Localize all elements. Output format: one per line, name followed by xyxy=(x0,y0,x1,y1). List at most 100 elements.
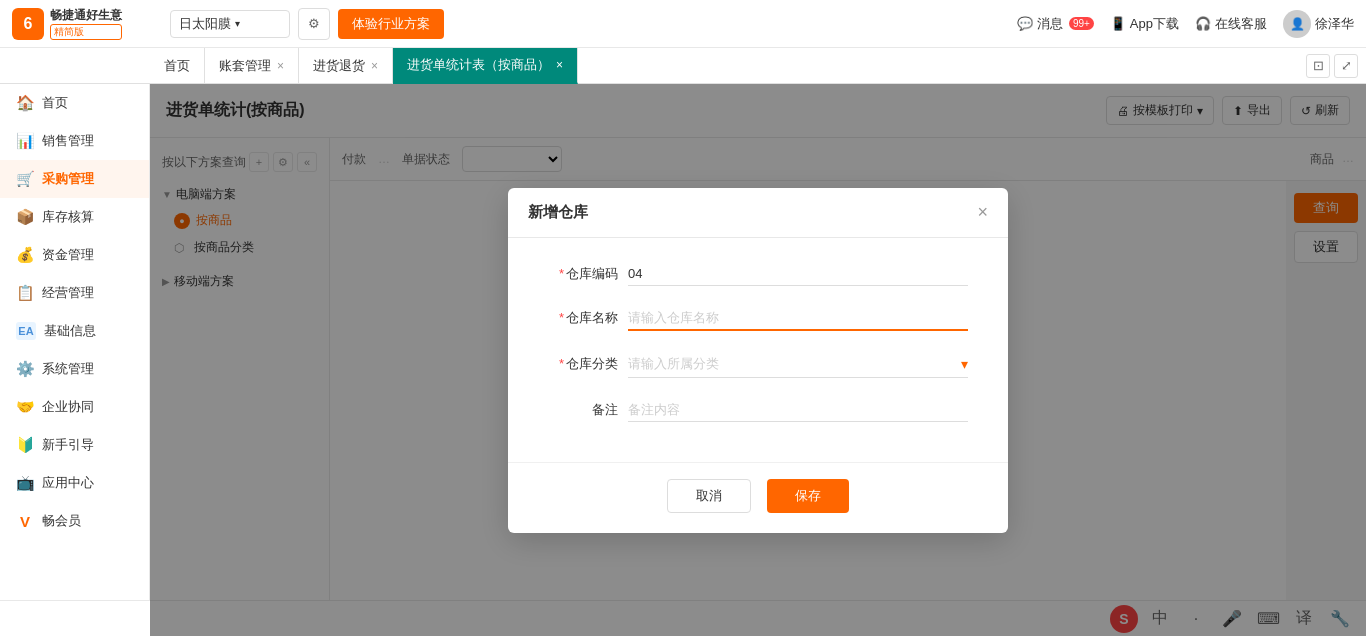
settings-icon[interactable]: ⚙ xyxy=(298,8,330,40)
sidebar-item-sales-label: 销售管理 xyxy=(42,132,94,150)
enterprise-icon: 🤝 xyxy=(16,398,34,416)
form-row-note: 备注 xyxy=(548,398,968,422)
app-download-label: App下载 xyxy=(1130,15,1179,33)
home-icon: 🏠 xyxy=(16,94,34,112)
message-btn[interactable]: 💬 消息 99+ xyxy=(1017,15,1094,33)
message-badge: 99+ xyxy=(1069,17,1094,30)
warehouse-category-select[interactable]: 请输入所属分类 ▾ xyxy=(628,351,968,378)
tab-purchase-return-label: 进货退货 xyxy=(313,57,365,75)
modal-title: 新增仓库 xyxy=(528,203,588,222)
logo-title: 畅捷通好生意 xyxy=(50,7,122,24)
main-layout: 🏠 首页 📊 销售管理 🛒 采购管理 📦 库存核算 💰 资金管理 📋 经营管理 … xyxy=(0,84,1366,636)
sidebar-item-finance-label: 资金管理 xyxy=(42,246,94,264)
modal-header: 新增仓库 × xyxy=(508,188,1008,238)
sidebar-item-guide[interactable]: 🔰 新手引导 xyxy=(0,426,149,464)
sidebar-item-member[interactable]: V 畅会员 xyxy=(0,502,149,540)
online-service-label: 在线客服 xyxy=(1215,15,1267,33)
modal-overlay: 新增仓库 × *仓库编码 *仓库名称 xyxy=(150,84,1366,636)
top-header: 6 畅捷通好生意 精简版 日太阳膜 ▾ ⚙ 体验行业方案 💬 消息 99+ 📱 … xyxy=(0,0,1366,48)
username: 徐泽华 xyxy=(1315,15,1354,33)
sidebar-item-inventory-label: 库存核算 xyxy=(42,208,94,226)
logo-text-block: 畅捷通好生意 精简版 xyxy=(50,7,122,40)
tab-bar: 首页 账套管理 × 进货退货 × 进货单统计表（按商品） × ⊡ ⤢ xyxy=(0,48,1366,84)
header-right: 💬 消息 99+ 📱 App下载 🎧 在线客服 👤 徐泽华 xyxy=(1017,10,1354,38)
sidebar-item-system-label: 系统管理 xyxy=(42,360,94,378)
tab-account-close-icon[interactable]: × xyxy=(277,59,284,73)
form-row-name: *仓库名称 xyxy=(548,306,968,331)
tab-purchase-stats[interactable]: 进货单统计表（按商品） × xyxy=(393,48,578,84)
management-icon: 📋 xyxy=(16,284,34,302)
required-star-category: * xyxy=(559,356,564,371)
app-download-btn[interactable]: 📱 App下载 xyxy=(1110,15,1179,33)
sidebar-item-sales[interactable]: 📊 销售管理 xyxy=(0,122,149,160)
message-icon: 💬 xyxy=(1017,16,1033,31)
category-placeholder: 请输入所属分类 xyxy=(628,355,719,373)
sidebar-item-home-label: 首页 xyxy=(42,94,68,112)
system-icon: ⚙️ xyxy=(16,360,34,378)
modal-body: *仓库编码 *仓库名称 *仓库分类 xyxy=(508,238,1008,462)
warehouse-code-input[interactable] xyxy=(628,262,968,286)
store-name: 日太阳膜 xyxy=(179,15,231,33)
note-label: 备注 xyxy=(548,401,628,419)
sidebar-item-purchase[interactable]: 🛒 采购管理 xyxy=(0,160,149,198)
tab-account[interactable]: 账套管理 × xyxy=(205,48,299,84)
tab-bar-actions: ⊡ ⤢ xyxy=(1306,54,1366,78)
user-menu[interactable]: 👤 徐泽华 xyxy=(1283,10,1354,38)
sidebar-item-home[interactable]: 🏠 首页 xyxy=(0,84,149,122)
finance-icon: 💰 xyxy=(16,246,34,264)
tab-purchase-return-close-icon[interactable]: × xyxy=(371,59,378,73)
sidebar-item-basic-info[interactable]: EA 基础信息 xyxy=(0,312,149,350)
logo-icon: 6 xyxy=(12,8,44,40)
trial-button[interactable]: 体验行业方案 xyxy=(338,9,444,39)
required-star-name: * xyxy=(559,310,564,325)
sidebar-item-enterprise-label: 企业协同 xyxy=(42,398,94,416)
category-arrow-icon: ▾ xyxy=(961,356,968,372)
sidebar-item-enterprise[interactable]: 🤝 企业协同 xyxy=(0,388,149,426)
code-label: *仓库编码 xyxy=(548,265,628,283)
modal-footer: 取消 保存 xyxy=(508,462,1008,533)
sales-icon: 📊 xyxy=(16,132,34,150)
inventory-icon: 📦 xyxy=(16,208,34,226)
sidebar-item-management-label: 经营管理 xyxy=(42,284,94,302)
member-icon: V xyxy=(16,512,34,530)
store-selector[interactable]: 日太阳膜 ▾ xyxy=(170,10,290,38)
form-row-code: *仓库编码 xyxy=(548,262,968,286)
tab-restore-icon[interactable]: ⊡ xyxy=(1306,54,1330,78)
tab-purchase-return[interactable]: 进货退货 × xyxy=(299,48,393,84)
modal-new-warehouse: 新增仓库 × *仓库编码 *仓库名称 xyxy=(508,188,1008,533)
apps-icon: 📺 xyxy=(16,474,34,492)
tab-purchase-stats-close-icon[interactable]: × xyxy=(556,58,563,72)
tab-expand-icon[interactable]: ⤢ xyxy=(1334,54,1358,78)
cancel-button[interactable]: 取消 xyxy=(667,479,751,513)
content-area: 进货单统计(按商品) 🖨 按模板打印 ▾ ⬆ 导出 ↺ 刷新 xyxy=(150,84,1366,636)
sidebar-item-inventory[interactable]: 📦 库存核算 xyxy=(0,198,149,236)
required-star-code: * xyxy=(559,266,564,281)
sidebar-item-finance[interactable]: 💰 资金管理 xyxy=(0,236,149,274)
sidebar: 🏠 首页 📊 销售管理 🛒 采购管理 📦 库存核算 💰 资金管理 📋 经营管理 … xyxy=(0,84,150,636)
sidebar-item-apps-label: 应用中心 xyxy=(42,474,94,492)
logo-area: 6 畅捷通好生意 精简版 xyxy=(12,7,162,40)
app-icon: 📱 xyxy=(1110,16,1126,31)
sidebar-item-basic-info-label: 基础信息 xyxy=(44,322,96,340)
purchase-icon: 🛒 xyxy=(16,170,34,188)
sidebar-item-member-label: 畅会员 xyxy=(42,512,81,530)
warehouse-name-input[interactable] xyxy=(628,306,968,331)
form-row-category: *仓库分类 请输入所属分类 ▾ xyxy=(548,351,968,378)
modal-close-icon[interactable]: × xyxy=(977,202,988,223)
sidebar-item-system[interactable]: ⚙️ 系统管理 xyxy=(0,350,149,388)
tab-home-label: 首页 xyxy=(164,57,190,75)
chevron-down-icon: ▾ xyxy=(235,18,240,29)
logo-badge: 精简版 xyxy=(50,24,122,40)
sidebar-item-guide-label: 新手引导 xyxy=(42,436,94,454)
save-button[interactable]: 保存 xyxy=(767,479,849,513)
basic-info-icon: EA xyxy=(16,322,36,340)
name-label: *仓库名称 xyxy=(548,309,628,327)
sidebar-item-management[interactable]: 📋 经营管理 xyxy=(0,274,149,312)
online-service-btn[interactable]: 🎧 在线客服 xyxy=(1195,15,1267,33)
tab-home[interactable]: 首页 xyxy=(150,48,205,84)
tab-purchase-stats-label: 进货单统计表（按商品） xyxy=(407,56,550,74)
sidebar-item-apps[interactable]: 📺 应用中心 xyxy=(0,464,149,502)
category-label: *仓库分类 xyxy=(548,355,628,373)
note-input[interactable] xyxy=(628,398,968,422)
sidebar-item-purchase-label: 采购管理 xyxy=(42,170,94,188)
